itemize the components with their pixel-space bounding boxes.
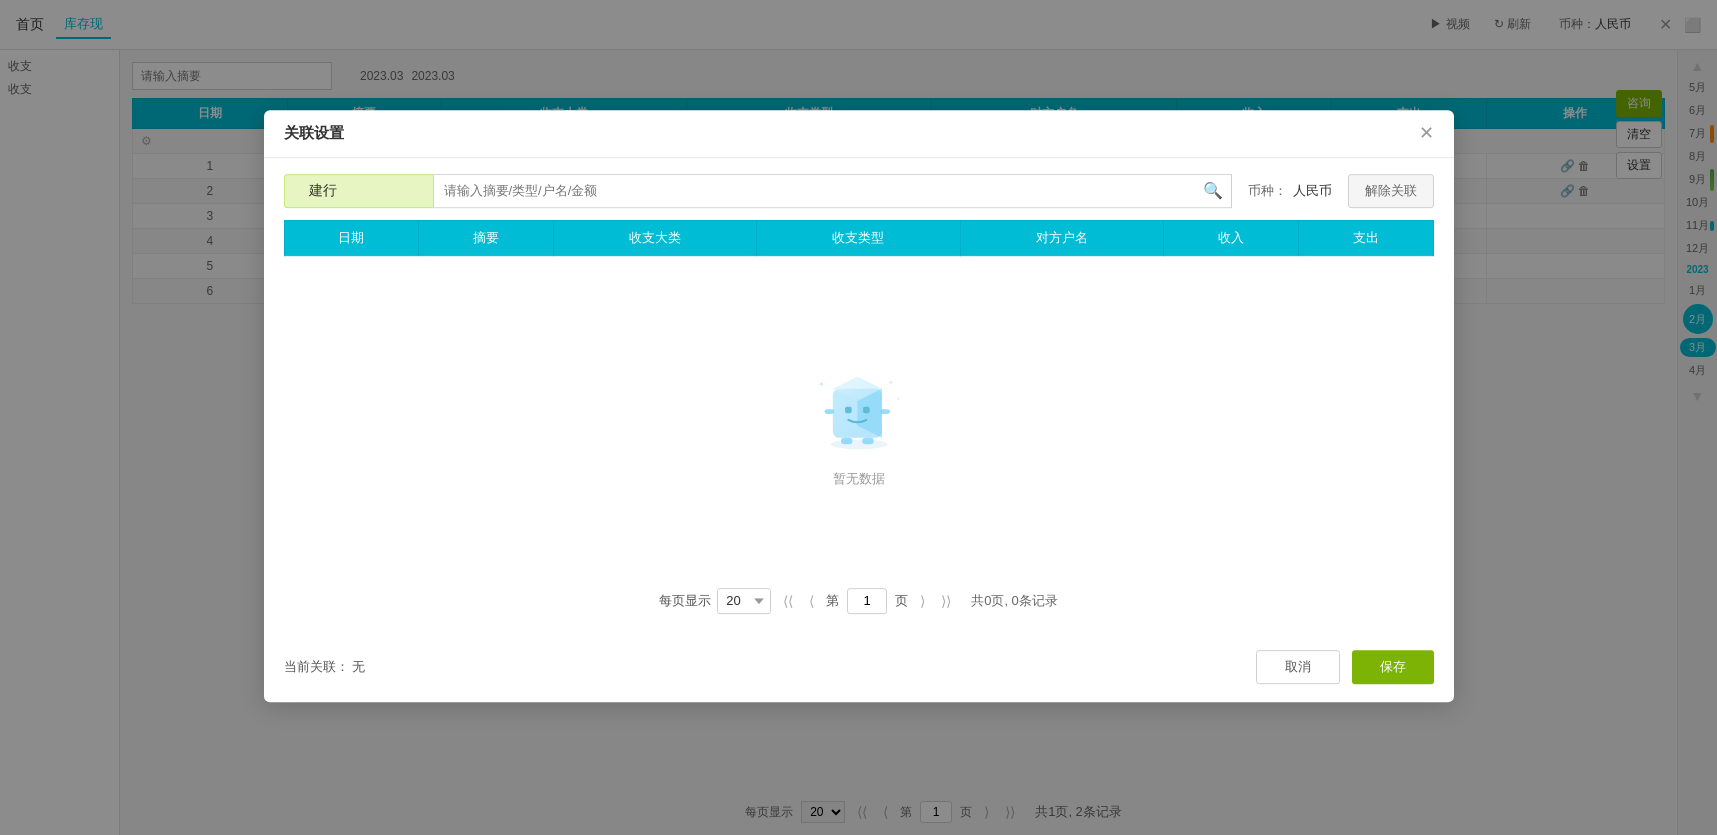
first-page-btn[interactable]: ⟨⟨	[779, 592, 797, 610]
search-bar: 建行 🔍 币种： 人民币 解除关联	[284, 174, 1434, 208]
empty-row: ✦ ✦ ✦ 暂无数据	[284, 255, 1433, 576]
svg-rect-7	[880, 409, 890, 414]
col-category: 收支大类	[553, 220, 756, 255]
svg-rect-8	[841, 437, 852, 444]
total-records-info: 共0页, 0条记录	[971, 592, 1058, 610]
unlink-button[interactable]: 解除关联	[1348, 174, 1434, 208]
modal-footer: 当前关联： 无 取消 保存	[264, 638, 1454, 702]
save-button[interactable]: 保存	[1352, 650, 1434, 684]
col-type: 收支类型	[757, 220, 960, 255]
svg-rect-6	[824, 409, 834, 414]
search-icon[interactable]: 🔍	[1203, 181, 1223, 200]
search-input-wrap: 🔍	[434, 174, 1232, 208]
currency-value: 人民币	[1293, 182, 1332, 200]
empty-state: ✦ ✦ ✦ 暂无数据	[284, 256, 1433, 576]
per-page-wrap: 每页显示 20 50 100	[659, 588, 771, 614]
col-counterparty: 对方户名	[960, 220, 1163, 255]
page-number-input[interactable]	[847, 588, 887, 614]
col-expense: 支出	[1298, 220, 1433, 255]
last-page-btn[interactable]: ⟩⟩	[937, 592, 955, 610]
current-link-display: 当前关联： 无	[284, 658, 366, 676]
footer-buttons: 取消 保存	[1256, 650, 1434, 684]
svg-text:✦: ✦	[895, 395, 900, 401]
svg-text:✦: ✦	[818, 380, 825, 389]
col-memo: 摘要	[419, 220, 554, 255]
cancel-button[interactable]: 取消	[1256, 650, 1340, 684]
svg-rect-4	[845, 406, 852, 413]
modal-body: 建行 🔍 币种： 人民币 解除关联 日期 摘要 收支大类 收支类型 对方户名 收	[264, 158, 1454, 638]
table-header-row: 日期 摘要 收支大类 收支类型 对方户名 收入 支出	[284, 220, 1433, 255]
empty-text: 暂无数据	[833, 470, 885, 488]
data-table: 日期 摘要 收支大类 收支类型 对方户名 收入 支出	[284, 220, 1434, 576]
modal-header: 关联设置 ✕	[264, 110, 1454, 158]
svg-text:✦: ✦	[887, 378, 893, 385]
search-input[interactable]	[434, 175, 1231, 207]
current-link-value: 无	[352, 659, 365, 674]
svg-point-0	[830, 439, 887, 449]
per-page-select[interactable]: 20 50 100	[717, 588, 771, 614]
bank-tag: 建行	[284, 174, 434, 208]
currency-display: 币种： 人民币	[1232, 174, 1348, 208]
next-page-btn[interactable]: ⟩	[916, 592, 929, 610]
modal-close-button[interactable]: ✕	[1419, 124, 1434, 142]
empty-state-icon: ✦ ✦ ✦	[809, 364, 909, 454]
modal-title: 关联设置	[284, 124, 344, 143]
col-income: 收入	[1164, 220, 1299, 255]
col-date: 日期	[284, 220, 419, 255]
prev-page-btn[interactable]: ⟨	[805, 592, 818, 610]
modal-pagination: 每页显示 20 50 100 ⟨⟨ ⟨ 第 页 ⟩ ⟩⟩ 共0页, 0条记录	[284, 576, 1434, 622]
svg-rect-5	[863, 406, 870, 413]
associate-settings-modal: 关联设置 ✕ 建行 🔍 币种： 人民币 解除关联 日期 摘要 收支大类	[264, 110, 1454, 702]
svg-rect-9	[862, 437, 873, 444]
